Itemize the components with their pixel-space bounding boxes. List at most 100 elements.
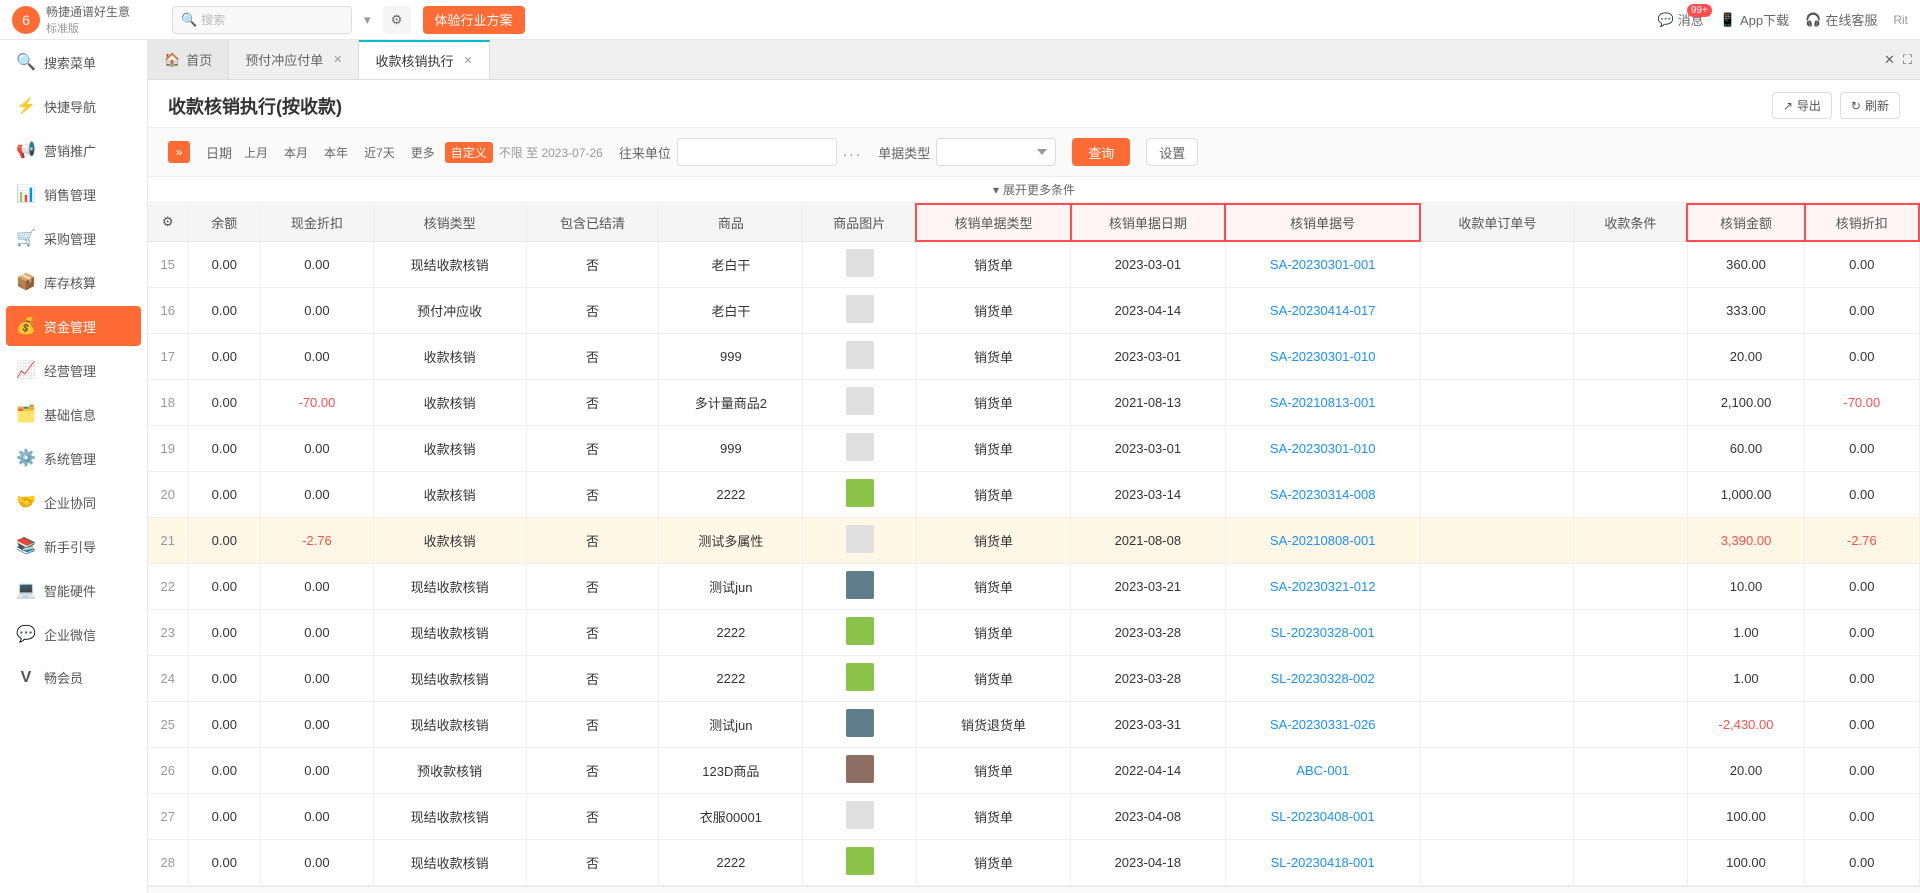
home-icon: 🏠: [164, 52, 180, 68]
online-service-label: 在线客服: [1825, 10, 1877, 29]
cell-doc-no[interactable]: SA-20230314-008: [1225, 471, 1420, 517]
message-button[interactable]: 💬 消息 99+: [1658, 10, 1704, 29]
logo-area: 6 畅捷通谱好生意 标准版: [12, 3, 160, 36]
sidebar-item-inventory[interactable]: 📦 库存核算: [0, 260, 147, 304]
cell-amount: 60.00: [1687, 425, 1804, 471]
cell-discount: 0.00: [1805, 287, 1919, 333]
settings-icon[interactable]: ⚙: [383, 6, 411, 34]
cell-discount: 0.00: [1805, 425, 1919, 471]
sidebar-item-hardware[interactable]: 💻 智能硬件: [0, 568, 147, 612]
sidebar-item-operations[interactable]: 📈 经营管理: [0, 348, 147, 392]
cell-id: 26: [148, 747, 188, 793]
sidebar-item-wechat[interactable]: 💬 企业微信: [0, 612, 147, 656]
export-button[interactable]: ↗ 导出: [1772, 92, 1832, 119]
sidebar-item-basic-info[interactable]: 🗂️ 基础信息: [0, 392, 147, 436]
cell-discount: -2.76: [1805, 517, 1919, 563]
search-menu-icon: 🔍: [16, 52, 36, 72]
sidebar-item-quicknav[interactable]: ⚡ 快捷导航: [0, 84, 147, 128]
date-opt-thisyear[interactable]: 本年: [318, 142, 354, 163]
app-download-label: App下载: [1740, 10, 1789, 29]
search-bar[interactable]: 🔍 搜索: [172, 6, 352, 34]
cell-doc-no[interactable]: SA-20210808-001: [1225, 517, 1420, 563]
refresh-button[interactable]: ↻ 刷新: [1840, 92, 1900, 119]
col-amount: 核销金额: [1687, 204, 1804, 241]
cell-id: 21: [148, 517, 188, 563]
solution-button[interactable]: 体验行业方案: [423, 6, 525, 34]
table-row: 25 0.00 0.00 现结收款核销 否 测试jun 销货退货单 2023-0…: [148, 701, 1919, 747]
col-settings[interactable]: ⚙: [148, 204, 188, 241]
cell-doc-no[interactable]: SL-20230408-001: [1225, 793, 1420, 839]
cell-id: 18: [148, 379, 188, 425]
tab-window-controls: ✕ ⛶: [1876, 40, 1920, 80]
sidebar-item-guide[interactable]: 📚 新手引导: [0, 524, 147, 568]
cell-doc-no[interactable]: SA-20230321-012: [1225, 563, 1420, 609]
sidebar-item-search[interactable]: 🔍 搜索菜单: [0, 40, 147, 84]
cell-discount: 0.00: [1805, 747, 1919, 793]
filter-dots[interactable]: ...: [843, 143, 862, 161]
expand-chevron[interactable]: ▾: [364, 12, 371, 28]
cell-doc-no[interactable]: SL-20230328-001: [1225, 609, 1420, 655]
cell-doc-type: 销货单: [916, 655, 1070, 701]
app-download-button[interactable]: 📱 App下载: [1720, 10, 1789, 29]
from-unit-input[interactable]: [677, 138, 837, 166]
date-opt-thismonth[interactable]: 本月: [278, 142, 314, 163]
close-tab-writeoff[interactable]: ✕: [463, 54, 472, 67]
cell-payment-condition: [1574, 747, 1687, 793]
date-opt-7days[interactable]: 近7天: [358, 142, 401, 163]
sidebar-item-finance[interactable]: 💰 资金管理: [6, 306, 141, 346]
cell-include-cleared: 否: [526, 609, 659, 655]
tab-home[interactable]: 🏠 首页: [148, 40, 229, 79]
sidebar-item-sales[interactable]: 📊 销售管理: [0, 172, 147, 216]
sidebar-item-marketing[interactable]: 📢 营销推广: [0, 128, 147, 172]
cell-order-no: [1420, 333, 1574, 379]
cell-cash-discount: -2.76: [261, 517, 374, 563]
expand-more-button[interactable]: ▾ 展开更多条件: [993, 181, 1075, 198]
cell-doc-no[interactable]: SL-20230418-001: [1225, 839, 1420, 885]
tab-prepayment[interactable]: 预付冲应付单 ✕: [229, 40, 359, 79]
cell-doc-date: 2023-03-28: [1071, 655, 1225, 701]
tab-writeoff[interactable]: 收款核销执行 ✕: [359, 40, 489, 79]
page-content: 收款核销执行(按收款) ↗ 导出 ↻ 刷新 » 日期: [148, 80, 1920, 893]
date-range-display: 不限 至 2023-07-26: [499, 144, 603, 161]
sidebar-item-system[interactable]: ⚙️ 系统管理: [0, 436, 147, 480]
cell-doc-no[interactable]: SL-20230328-002: [1225, 655, 1420, 701]
content-area: 🏠 首页 预付冲应付单 ✕ 收款核销执行 ✕ ✕ ⛶ 收款核销执行(按收款): [148, 40, 1920, 893]
cell-cash-discount: -70.00: [261, 379, 374, 425]
cell-payment-condition: [1574, 609, 1687, 655]
cell-doc-no[interactable]: ABC-001: [1225, 747, 1420, 793]
cell-payment-condition: [1574, 563, 1687, 609]
date-opt-custom[interactable]: 自定义: [445, 142, 493, 163]
settings-filter-button[interactable]: 设置: [1146, 138, 1198, 166]
cell-doc-no[interactable]: SA-20230301-010: [1225, 333, 1420, 379]
cell-product-img: [803, 471, 916, 517]
sidebar-item-collab[interactable]: 🤝 企业协同: [0, 480, 147, 524]
close-tab-prepayment[interactable]: ✕: [333, 53, 342, 66]
cell-payment-condition: [1574, 471, 1687, 517]
query-button[interactable]: 查询: [1072, 138, 1130, 166]
cell-order-no: [1420, 839, 1574, 885]
cell-doc-no[interactable]: SA-20230414-017: [1225, 287, 1420, 333]
cell-product: 测试jun: [659, 563, 803, 609]
user-avatar[interactable]: Rit: [1893, 13, 1908, 27]
close-window-icon[interactable]: ✕: [1884, 52, 1895, 68]
expand-window-icon[interactable]: ⛶: [1903, 52, 1912, 68]
cell-payment-condition: [1574, 379, 1687, 425]
date-opt-lastmonth[interactable]: 上月: [238, 142, 274, 163]
table-row: 24 0.00 0.00 现结收款核销 否 2222 销货单 2023-03-2…: [148, 655, 1919, 701]
cell-doc-type: 销货单: [916, 517, 1070, 563]
cell-id: 25: [148, 701, 188, 747]
cell-doc-no[interactable]: SA-20230301-010: [1225, 425, 1420, 471]
date-opt-more[interactable]: 更多: [405, 142, 441, 163]
sidebar-item-member[interactable]: V 畅会员: [0, 656, 147, 699]
table-footer: 核销金额合计: 40,556,66... 核销折扣合计: 952.24: [148, 886, 1920, 893]
cell-doc-no[interactable]: SA-20230331-026: [1225, 701, 1420, 747]
voucher-type-select[interactable]: [936, 138, 1056, 166]
cell-doc-no[interactable]: SA-20210813-001: [1225, 379, 1420, 425]
cell-doc-no[interactable]: SA-20230301-001: [1225, 241, 1420, 287]
cell-discount: 0.00: [1805, 333, 1919, 379]
sidebar-item-purchase[interactable]: 🛒 采购管理: [0, 216, 147, 260]
sidebar-item-label: 经营管理: [44, 361, 96, 380]
filter-expand-button[interactable]: »: [168, 141, 190, 163]
online-service-button[interactable]: 🎧 在线客服: [1805, 10, 1877, 29]
cell-doc-date: 2023-04-18: [1071, 839, 1225, 885]
